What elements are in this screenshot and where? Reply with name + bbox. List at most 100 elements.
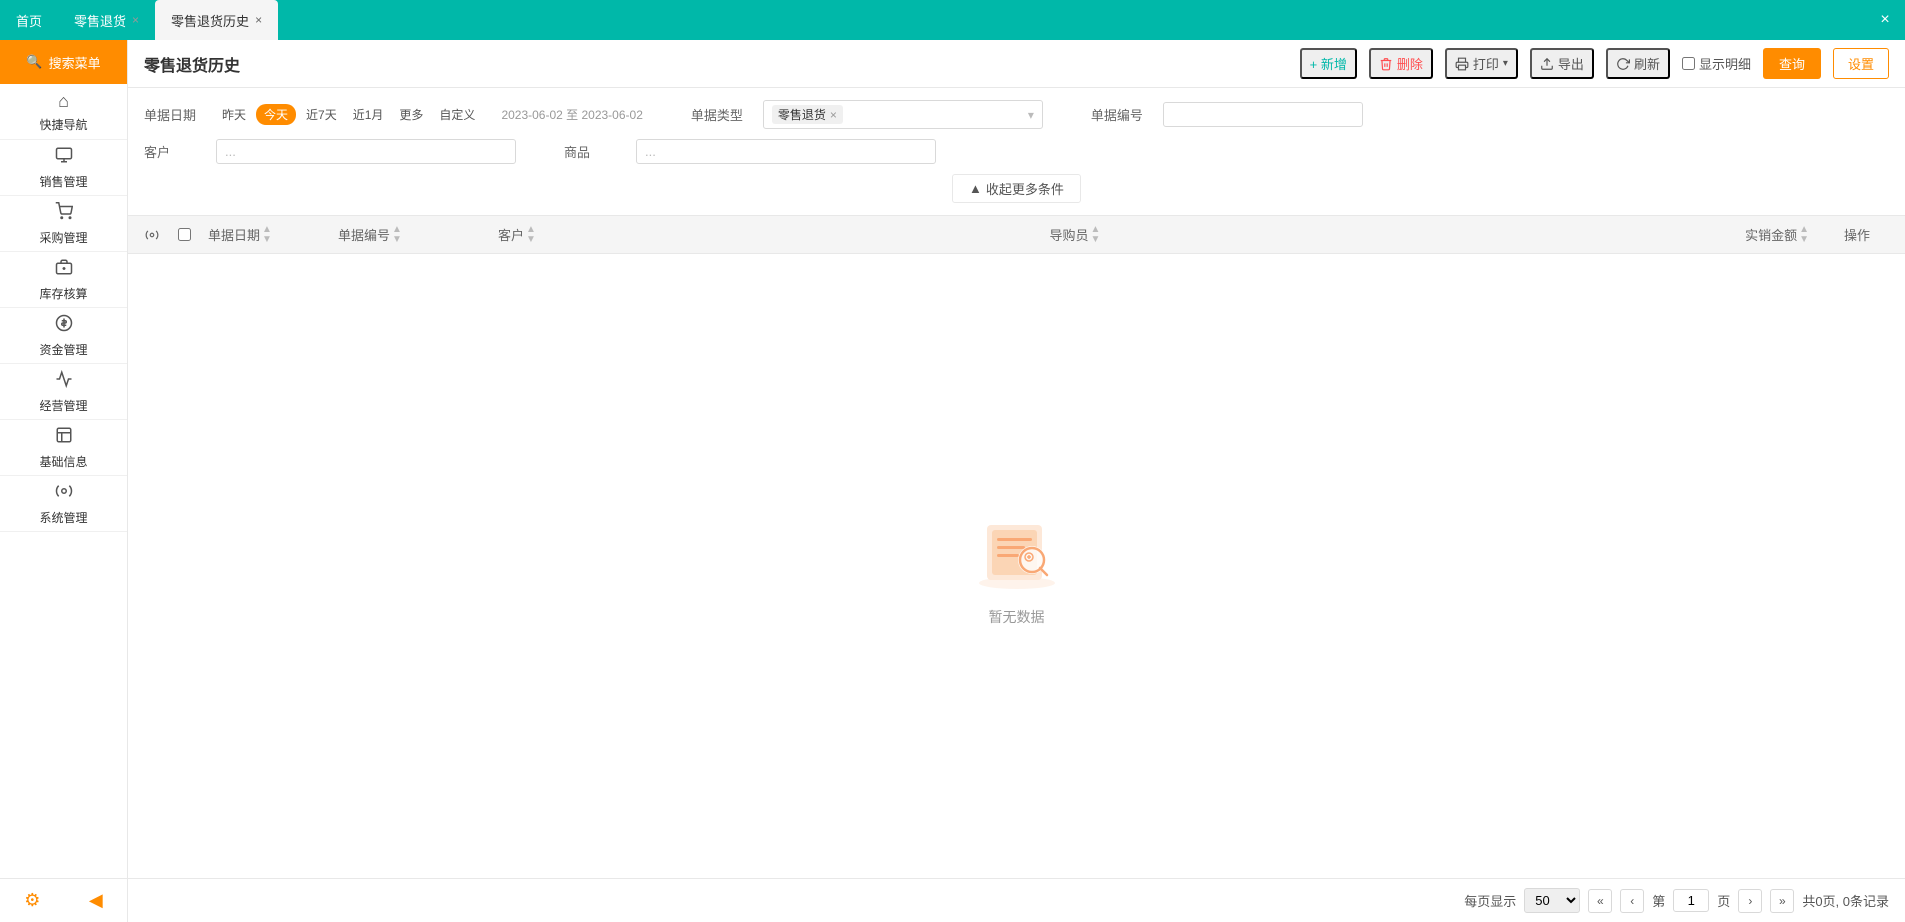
date-opt-custom[interactable]: 自定义 — [433, 104, 481, 125]
select-all-checkbox[interactable] — [178, 228, 191, 241]
table-area: 单据日期 ▲▼ 单据编号 ▲▼ 客户 ▲▼ — [128, 216, 1905, 878]
sidebar-item-inventory-label: 库存核算 — [39, 285, 87, 302]
sidebar-item-basic-info-label: 基础信息 — [39, 453, 87, 470]
date-opt-7days[interactable]: 近7天 — [300, 104, 343, 125]
sidebar-item-basic-info[interactable]: 基础信息 — [0, 420, 127, 476]
empty-text: 暂无数据 — [989, 607, 1045, 627]
header-actions: + 新增 删除 打印 ▾ 导出 刷新 — [1300, 48, 1889, 79]
sidebar-item-operations[interactable]: 经营管理 — [0, 364, 127, 420]
th-customer[interactable]: 客户 ▲▼ — [490, 225, 1042, 245]
sidebar-item-system-mgmt-label: 系统管理 — [39, 509, 87, 526]
amount-sort-icon: ▲▼ — [1799, 225, 1809, 245]
goods-input[interactable]: ... — [636, 139, 936, 164]
refresh-icon — [1616, 57, 1630, 71]
show-detail-label: 显示明细 — [1699, 54, 1751, 73]
page-size-select[interactable]: 50 10 20 100 — [1524, 888, 1580, 913]
th-settings[interactable] — [136, 228, 168, 242]
tab-retail-return-label: 零售退货 — [74, 11, 126, 30]
purchase-mgmt-icon — [55, 202, 73, 225]
sidebar-item-sales-mgmt[interactable]: 销售管理 — [0, 140, 127, 196]
collapse-label: 收起更多条件 — [986, 179, 1064, 198]
th-billno[interactable]: 单据编号 ▲▼ — [330, 225, 490, 245]
date-opt-yesterday[interactable]: 昨天 — [216, 104, 252, 125]
collapse-sidebar-icon[interactable]: ◀ — [89, 890, 103, 911]
sidebar-item-system-mgmt[interactable]: 系统管理 — [0, 476, 127, 532]
new-button[interactable]: + 新增 — [1300, 48, 1357, 79]
collapse-button[interactable]: ▲ 收起更多条件 — [952, 174, 1081, 203]
th-date[interactable]: 单据日期 ▲▼ — [200, 225, 330, 245]
sidebar-search[interactable]: 🔍 搜索菜单 — [0, 40, 127, 84]
bill-no-input[interactable] — [1163, 102, 1363, 127]
bill-type-tag-close[interactable]: × — [830, 108, 837, 122]
customer-input[interactable]: ... — [216, 139, 516, 164]
table-header: 单据日期 ▲▼ 单据编号 ▲▼ 客户 ▲▼ — [128, 216, 1905, 254]
page-size-label: 每页显示 — [1464, 891, 1516, 910]
tab-retail-return-history-label: 零售退货历史 — [171, 11, 249, 30]
th-guide[interactable]: 导购员 ▲▼ — [1042, 225, 1162, 245]
tab-bar: 首页 零售退货 × 零售退货历史 × × — [0, 0, 1905, 40]
th-checkbox[interactable] — [168, 228, 200, 241]
pagination-bar: 每页显示 50 10 20 100 « ‹ 第 页 › » 共0页, 0条记录 — [128, 878, 1905, 922]
show-detail-checkbox-label[interactable]: 显示明细 — [1682, 54, 1751, 73]
quick-nav-icon: ⌂ — [58, 91, 69, 112]
settings-button[interactable]: 设置 — [1833, 48, 1889, 79]
tab-home[interactable]: 首页 — [0, 0, 58, 40]
filter-area: 单据日期 昨天 今天 近7天 近1月 更多 自定义 2023-06-02 至 2… — [128, 88, 1905, 216]
export-button[interactable]: 导出 — [1530, 48, 1594, 79]
page-number-input[interactable] — [1673, 889, 1709, 912]
filter-row-2: 客户 ... 商品 ... — [144, 139, 1889, 164]
bill-type-input[interactable]: 零售退货 × ▾ — [763, 100, 1043, 129]
refresh-label: 刷新 — [1634, 54, 1660, 73]
refresh-button[interactable]: 刷新 — [1606, 48, 1670, 79]
sidebar-item-purchase-mgmt-label: 采购管理 — [39, 229, 87, 246]
print-chevron-icon: ▾ — [1503, 58, 1508, 69]
bill-type-dropdown-icon: ▾ — [1028, 108, 1034, 122]
delete-icon — [1379, 57, 1393, 71]
date-filter-label: 单据日期 — [144, 105, 200, 124]
sidebar-item-finance[interactable]: 资金管理 — [0, 308, 127, 364]
first-page-button[interactable]: « — [1588, 889, 1612, 913]
query-button[interactable]: 查询 — [1763, 48, 1821, 79]
date-opt-1month[interactable]: 近1月 — [347, 104, 390, 125]
tab-retail-return-history-close[interactable]: × — [255, 13, 262, 27]
operations-icon — [55, 370, 73, 393]
show-detail-checkbox[interactable] — [1682, 57, 1695, 70]
sidebar-item-purchase-mgmt[interactable]: 采购管理 — [0, 196, 127, 252]
filter-row-1: 单据日期 昨天 今天 近7天 近1月 更多 自定义 2023-06-02 至 2… — [144, 100, 1889, 129]
delete-button[interactable]: 删除 — [1369, 48, 1433, 79]
next-page-button[interactable]: › — [1738, 889, 1762, 913]
page-header: 零售退货历史 + 新增 删除 打印 ▾ 导出 刷新 — [128, 40, 1905, 88]
finance-icon — [55, 314, 73, 337]
tab-retail-return[interactable]: 零售退货 × — [58, 0, 155, 40]
th-amount[interactable]: 实销金额 ▲▼ — [1697, 225, 1817, 245]
system-mgmt-icon — [55, 482, 73, 505]
empty-state: 暂无数据 — [128, 254, 1905, 878]
th-amount-label: 实销金额 — [1745, 225, 1797, 244]
th-ops: 操作 — [1817, 225, 1897, 244]
date-opt-more[interactable]: 更多 — [393, 104, 429, 125]
th-billno-label: 单据编号 — [338, 225, 390, 244]
search-icon: 🔍 — [26, 54, 42, 70]
prev-page-button[interactable]: ‹ — [1620, 889, 1644, 913]
print-button[interactable]: 打印 ▾ — [1445, 48, 1518, 79]
date-options: 昨天 今天 近7天 近1月 更多 自定义 — [216, 104, 481, 125]
billno-sort-icon: ▲▼ — [392, 225, 402, 245]
sidebar-item-quick-nav[interactable]: ⌂ 快捷导航 — [0, 84, 127, 140]
goods-placeholder: ... — [645, 144, 656, 159]
inventory-icon — [55, 258, 73, 281]
print-icon — [1455, 57, 1469, 71]
total-info: 共0页, 0条记录 — [1802, 891, 1889, 910]
settings-bottom-icon[interactable]: ⚙ — [24, 890, 40, 911]
tab-retail-return-close[interactable]: × — [132, 13, 139, 27]
tab-retail-return-history[interactable]: 零售退货历史 × — [155, 0, 278, 40]
sidebar-search-label: 搜索菜单 — [49, 53, 101, 72]
sidebar-item-sales-mgmt-label: 销售管理 — [39, 173, 87, 190]
window-close-button[interactable]: × — [1865, 0, 1905, 40]
guide-sort-icon: ▲▼ — [1091, 225, 1101, 245]
sales-mgmt-icon — [55, 146, 73, 169]
sidebar-item-inventory[interactable]: 库存核算 — [0, 252, 127, 308]
date-opt-today[interactable]: 今天 — [256, 104, 296, 125]
last-page-button[interactable]: » — [1770, 889, 1794, 913]
export-label: 导出 — [1558, 54, 1584, 73]
sidebar-item-quick-nav-label: 快捷导航 — [39, 116, 87, 133]
